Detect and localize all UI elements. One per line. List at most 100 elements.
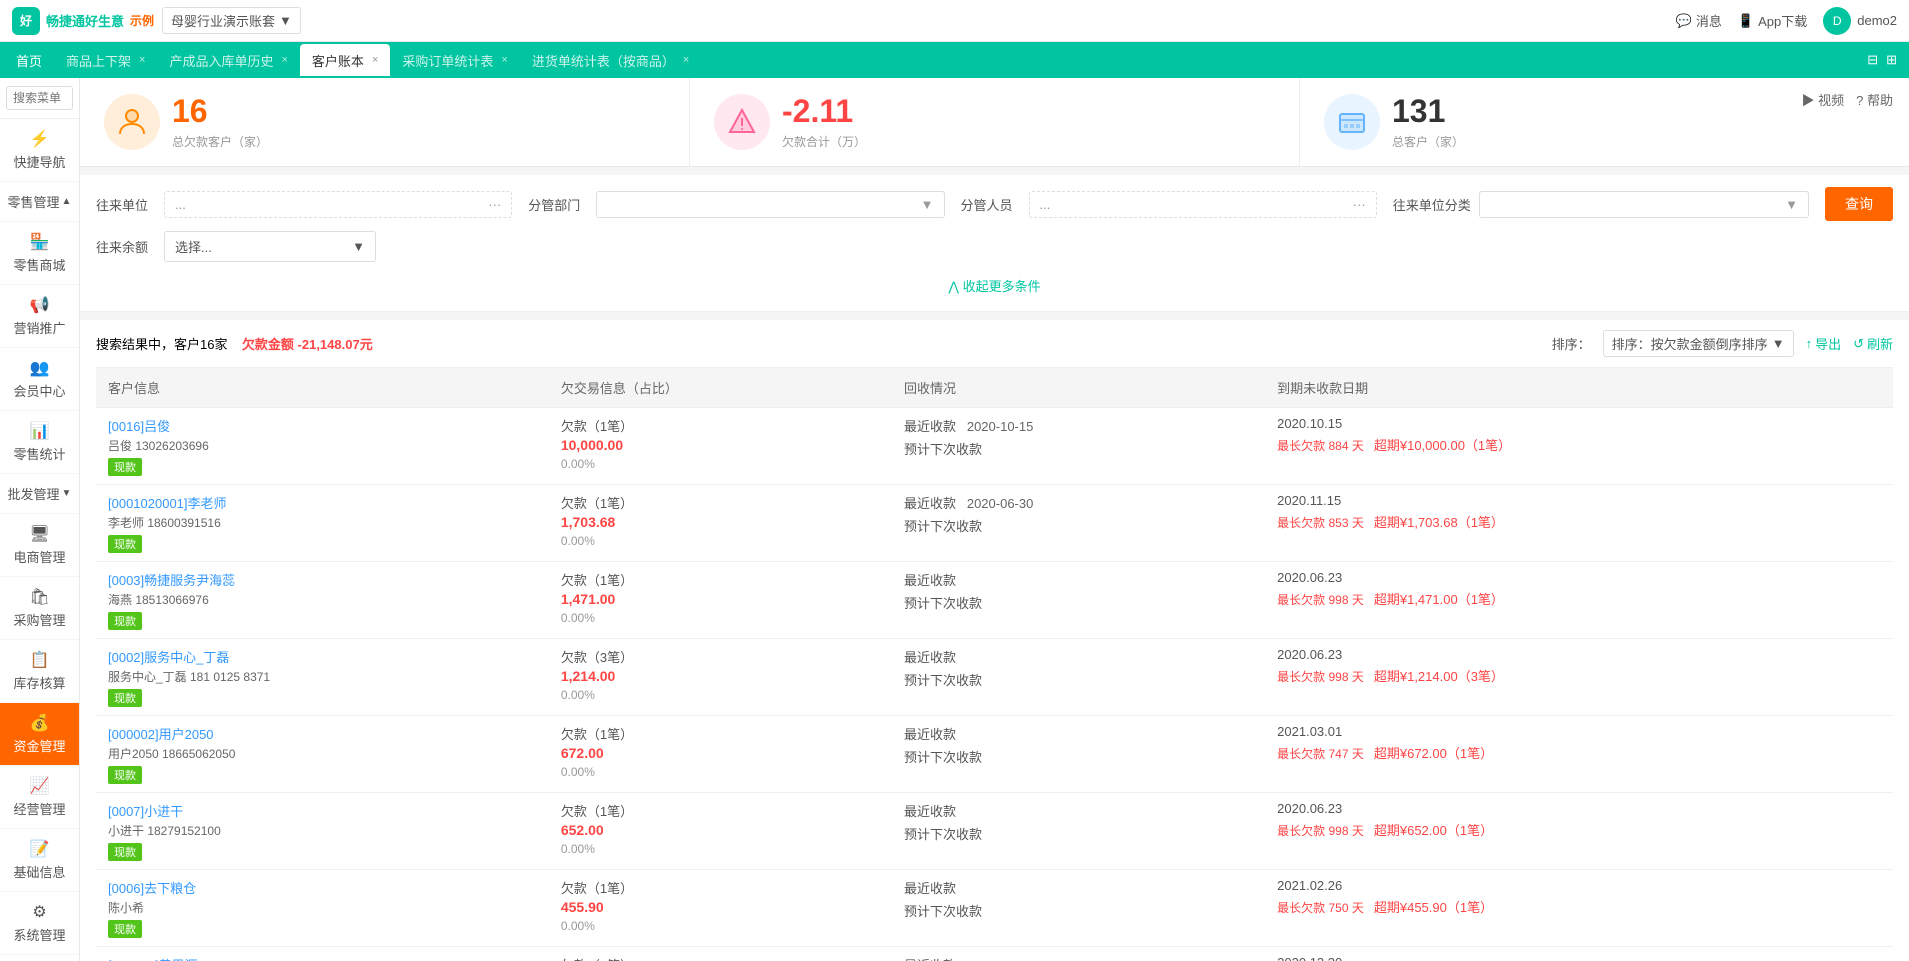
export-btn[interactable]: ↑ 导出 xyxy=(1806,334,1842,353)
customer-name-link[interactable]: [0016]吕俊 xyxy=(108,416,537,435)
overdue-link[interactable]: 超期¥455.90（1笔） xyxy=(1374,900,1493,915)
due-date-cell: 2020.06.23 最长欠款 998 天 超期¥652.00（1笔） xyxy=(1265,793,1893,870)
customer-name-link[interactable]: [0003]畅捷服务尹海蕊 xyxy=(108,570,537,589)
overdue-link[interactable]: 超期¥672.00（1笔） xyxy=(1374,746,1493,761)
tab-close-icon[interactable]: × xyxy=(501,54,507,66)
last-payment-label: 最近收款 xyxy=(904,647,1253,666)
tab-close-icon[interactable]: × xyxy=(139,54,145,66)
tab-home[interactable]: 首页 xyxy=(4,44,54,76)
customer-name-link[interactable]: [000001]黄思源 xyxy=(108,955,537,961)
filter-unit-input[interactable]: ... ··· xyxy=(164,191,512,218)
sidebar-item-fast-nav[interactable]: ⚡ 快捷导航 xyxy=(0,119,79,182)
sort-select[interactable]: 排序：按欠款金额倒序排序 ▼ xyxy=(1603,330,1794,357)
tab-minimize-icon[interactable]: ⊟ xyxy=(1867,52,1878,68)
stat-info-total: 131 总客户（家） xyxy=(1392,94,1464,150)
tab-inbound-history[interactable]: 产成品入库单历史 × xyxy=(157,44,299,76)
sidebar-item-basic[interactable]: 📝 基础信息 xyxy=(0,829,79,892)
filter-balance-select[interactable]: 选择... ▼ xyxy=(164,231,376,262)
customer-cell: [000002]用户2050 用户2050 18665062050 现款 xyxy=(96,716,549,793)
sidebar-item-retail-stat[interactable]: 📊 零售统计 xyxy=(0,411,79,474)
next-payment-label: 预计下次收款 xyxy=(904,670,1253,689)
customer-cell: [0006]去下粮仓 陈小希 现款 xyxy=(96,870,549,947)
filter-dept-select[interactable]: ▼ xyxy=(596,191,944,218)
tab-customer-account[interactable]: 客户账本 × xyxy=(300,44,390,76)
next-payment-label: 预计下次收款 xyxy=(904,824,1253,843)
overdue-link[interactable]: 超期¥1,471.00（1笔） xyxy=(1374,592,1504,607)
stats-row: 16 总欠款客户（家） -2.11 欠款合计（万） xyxy=(80,78,1909,167)
customer-phone: 吕俊 13026203696 xyxy=(108,437,537,454)
tab-close-icon[interactable]: × xyxy=(683,54,689,66)
due-date: 2020.10.15 xyxy=(1277,416,1881,431)
tab-product-listing[interactable]: 商品上下架 × xyxy=(54,44,157,76)
debt-info-cell: 欠款（1笔） 652.00 0.00% xyxy=(549,793,892,870)
overdue-link[interactable]: 超期¥1,214.00（3笔） xyxy=(1374,669,1504,684)
tab-inbound-stats[interactable]: 进货单统计表（按商品） × xyxy=(520,44,701,76)
overdue-info: 最长欠款 998 天 超期¥652.00（1笔） xyxy=(1277,820,1881,839)
debt-amount: 672.00 xyxy=(561,745,880,761)
last-payment-label: 最近收款 xyxy=(904,570,1253,589)
due-date: 2020.11.15 xyxy=(1277,493,1881,508)
sidebar-item-ops[interactable]: 📈 经营管理 xyxy=(0,766,79,829)
sidebar-item-marketing[interactable]: 📢 营销推广 xyxy=(0,285,79,348)
tab-close-icon[interactable]: × xyxy=(372,54,378,66)
customer-name-link[interactable]: [000002]用户2050 xyxy=(108,724,537,743)
due-date-cell: 2020.10.15 最长欠款 884 天 超期¥10,000.00（1笔） xyxy=(1265,408,1893,485)
sidebar-item-inventory[interactable]: 📋 库存核算 xyxy=(0,640,79,703)
customer-name-link[interactable]: [0001020001]李老师 xyxy=(108,493,537,512)
overdue-link[interactable]: 超期¥10,000.00（1笔） xyxy=(1374,438,1511,453)
sidebar-item-system[interactable]: ⚙ 系统管理 xyxy=(0,892,79,955)
sidebar-item-corp[interactable]: 🤝 企业协同 xyxy=(0,955,79,961)
overdue-info: 最长欠款 884 天 超期¥10,000.00（1笔） xyxy=(1277,435,1881,454)
collapse-row[interactable]: ⋀ 收起更多条件 xyxy=(96,272,1893,299)
debt-info-cell: 欠款（1笔） 1,703.68 0.00% xyxy=(549,485,892,562)
sidebar-item-retail-mall[interactable]: 🏪 零售商城 xyxy=(0,222,79,285)
tab-purchase-stats[interactable]: 采购订单统计表 × xyxy=(390,44,519,76)
table-row: [0002]服务中心_丁磊 服务中心_丁磊 181 0125 8371 现款 欠… xyxy=(96,639,1893,716)
recovery-cell: 最近收款 预计下次收款 xyxy=(892,639,1265,716)
video-btn[interactable]: ▶ 视频 xyxy=(1801,90,1844,109)
table-row: [0007]小进干 小进干 18279152100 现款 欠款（1笔） 652.… xyxy=(96,793,1893,870)
due-date: 2020.06.23 xyxy=(1277,647,1881,662)
message-btn[interactable]: 💬 消息 xyxy=(1676,11,1722,30)
customer-phone: 海燕 18513066976 xyxy=(108,591,537,608)
overdue-link[interactable]: 超期¥1,703.68（1笔） xyxy=(1374,515,1504,530)
sidebar-item-retail-mgmt[interactable]: 零售管理 ▲ xyxy=(0,182,79,222)
overdue-link[interactable]: 超期¥652.00（1笔） xyxy=(1374,823,1493,838)
table-row: [0006]去下粮仓 陈小希 现款 欠款（1笔） 455.90 0.00% 最近… xyxy=(96,870,1893,947)
sidebar-item-member[interactable]: 👥 会员中心 xyxy=(0,348,79,411)
sidebar-item-purchase[interactable]: 🛍 采购管理 xyxy=(0,577,79,640)
query-button[interactable]: 查询 xyxy=(1825,187,1893,221)
recovery-cell: 最近收款 预计下次收款 xyxy=(892,793,1265,870)
debt-info-cell: 欠款（1笔） 672.00 0.00% xyxy=(549,716,892,793)
customer-name-link[interactable]: [0007]小进干 xyxy=(108,801,537,820)
sidebar-item-ecom[interactable]: 🖥 电商管理 xyxy=(0,514,79,577)
chevron-down-icon: ▲ xyxy=(62,196,72,207)
help-btn[interactable]: ? 帮助 xyxy=(1856,90,1893,109)
customer-name-link[interactable]: [0002]服务中心_丁磊 xyxy=(108,647,537,666)
sidebar-item-label: 零售商城 xyxy=(13,255,65,274)
debt-count: 欠款（1笔） xyxy=(561,878,880,897)
sidebar-item-label: 会员中心 xyxy=(13,381,65,400)
user-profile[interactable]: D demo2 xyxy=(1823,7,1897,35)
tab-expand-icon[interactable]: ⊞ xyxy=(1886,52,1897,68)
retail-mgmt-label: 零售管理 xyxy=(8,192,60,211)
debt-info-cell: 欠款（1笔） 10,000.00 0.00% xyxy=(549,408,892,485)
filter-category-select[interactable]: ▼ xyxy=(1479,191,1809,218)
stat-info-debt: -2.11 欠款合计（万） xyxy=(782,94,866,150)
store-selector[interactable]: 母婴行业演示账套 ▼ xyxy=(162,7,301,34)
customer-name-link[interactable]: [0006]去下粮仓 xyxy=(108,878,537,897)
table-row: [0016]吕俊 吕俊 13026203696 现款 欠款（1笔） 10,000… xyxy=(96,408,1893,485)
customer-phone: 服务中心_丁磊 181 0125 8371 xyxy=(108,668,537,685)
refresh-btn[interactable]: ↺ 刷新 xyxy=(1853,334,1893,353)
tab-close-icon[interactable]: × xyxy=(281,54,287,66)
sidebar-item-finance[interactable]: 💰 资金管理 xyxy=(0,703,79,766)
sidebar-item-batch-mgmt[interactable]: 批发管理 ▼ xyxy=(0,474,79,514)
table-actions: 排序： 排序：按欠款金额倒序排序 ▼ ↑ 导出 ↺ 刷新 xyxy=(1552,330,1893,357)
filter-person-input[interactable]: ... ··· xyxy=(1029,191,1377,218)
inventory-icon: 📋 xyxy=(30,650,50,670)
top-bar: 好 畅捷通好生意 示例 母婴行业演示账套 ▼ 💬 消息 📱 App下载 D de… xyxy=(0,0,1909,42)
app-download-btn[interactable]: 📱 App下载 xyxy=(1738,11,1807,30)
due-date-cell: 2020.11.15 最长欠款 853 天 超期¥1,703.68（1笔） xyxy=(1265,485,1893,562)
sidebar-search-input[interactable] xyxy=(6,86,73,110)
due-date: 2021.02.26 xyxy=(1277,878,1881,893)
